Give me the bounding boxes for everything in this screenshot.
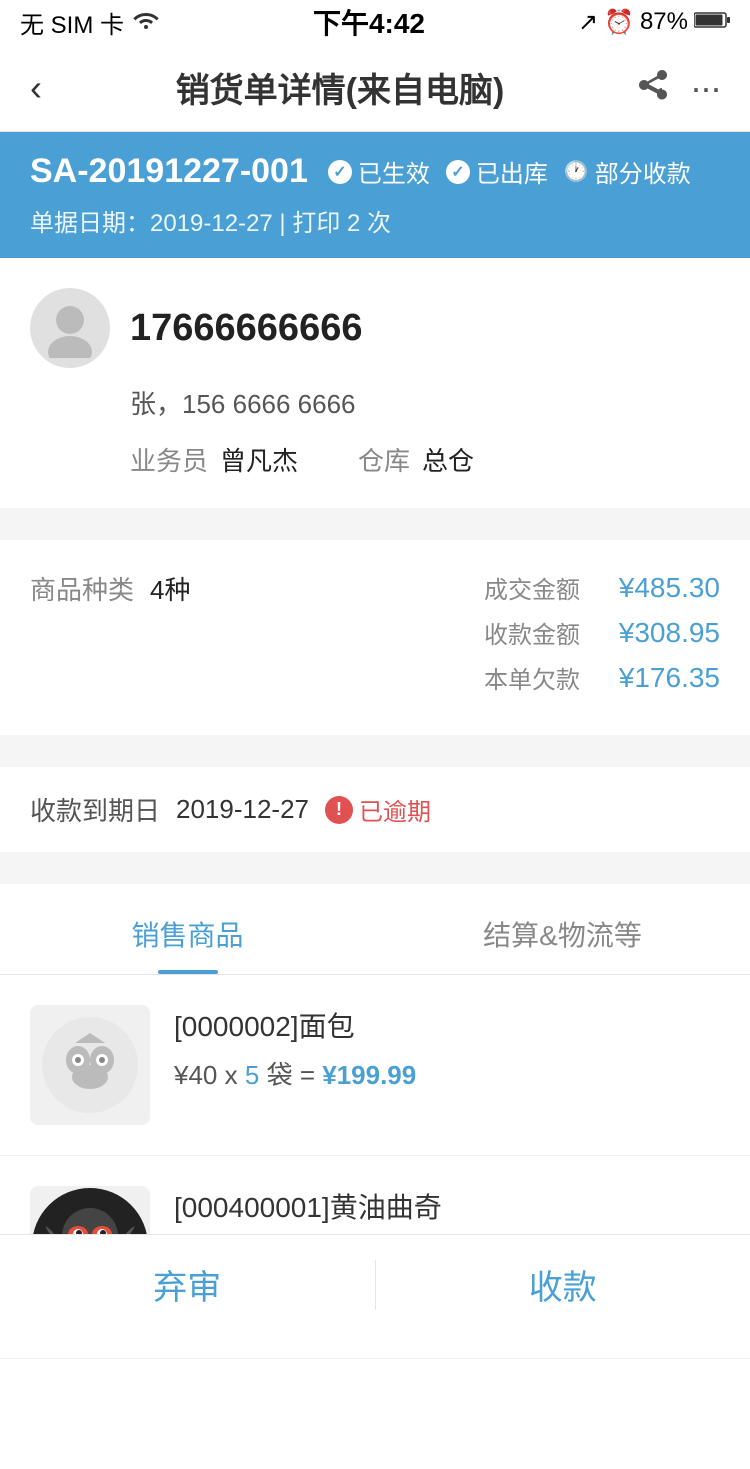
- check-icon-1: ✓: [328, 160, 352, 184]
- status-bar: 无 SIM 卡 下午4:42 ↗ ⏰ 87%: [0, 0, 750, 44]
- customer-section: 17666666666 张，156 6666 6666 业务员 曾凡杰 仓库 总…: [0, 258, 750, 508]
- deal-amount: ¥485.30: [600, 572, 720, 604]
- warehouse-label: 仓库: [358, 441, 410, 478]
- warehouse-value: 总仓: [422, 441, 474, 478]
- tab-products[interactable]: 销售商品: [0, 884, 375, 974]
- badge-group: ✓ 已生效 ✓ 已出库 🕐 部分收款: [328, 154, 691, 189]
- battery-icon: [694, 8, 730, 36]
- warehouse-item: 仓库 总仓: [358, 441, 474, 478]
- product-thumbnail-1: [30, 1005, 150, 1125]
- clock-icon: 🕐: [564, 159, 589, 184]
- deal-label: 成交金额: [484, 570, 580, 605]
- product-price-1: ¥40 x 5 袋 = ¥199.99: [174, 1055, 720, 1092]
- received-amount: ¥308.95: [600, 617, 720, 649]
- header-banner: SA-20191227-001 ✓ 已生效 ✓ 已出库 🕐 部分收款 单据日期：…: [0, 132, 750, 258]
- product-name-2: [000400001]黄油曲奇: [174, 1186, 720, 1226]
- tabs-section: 销售商品 结算&物流等: [0, 884, 750, 975]
- owe-row: 本单欠款 ¥176.35: [484, 660, 720, 695]
- overdue-date: 2019-12-27: [176, 794, 309, 825]
- overdue-text: 已逾期: [359, 792, 431, 827]
- deal-amount-row: 成交金额 ¥485.30: [484, 570, 720, 605]
- table-row: [0000002]面包 ¥40 x 5 袋 = ¥199.99: [0, 975, 750, 1156]
- badge-partial: 🕐 部分收款: [564, 154, 691, 189]
- alarm-icon: ⏰: [604, 8, 634, 37]
- divider-3: [0, 868, 750, 884]
- overdue-section: 收款到期日 2019-12-27 ! 已逾期: [0, 767, 750, 852]
- overdue-label: 收款到期日: [30, 791, 160, 828]
- salesperson-value: 曾凡杰: [220, 441, 298, 478]
- cancel-button[interactable]: 弃审: [0, 1240, 375, 1329]
- check-icon-2: ✓: [446, 160, 470, 184]
- badge-shipped: ✓ 已出库: [446, 154, 548, 189]
- customer-meta: 业务员 曾凡杰 仓库 总仓: [130, 441, 720, 478]
- received-row: 收款金额 ¥308.95: [484, 615, 720, 650]
- product-list: [0000002]面包 ¥40 x 5 袋 = ¥199.99: [0, 975, 750, 1469]
- status-left: 无 SIM 卡: [20, 5, 160, 40]
- overdue-dot-icon: !: [325, 796, 353, 824]
- salesperson-label: 业务员: [130, 441, 208, 478]
- more-icon[interactable]: ···: [690, 67, 720, 109]
- confirm-button[interactable]: 收款: [376, 1240, 750, 1329]
- location-icon: ↗: [578, 8, 598, 37]
- type-value: 4种: [150, 570, 190, 607]
- salesperson-item: 业务员 曾凡杰: [130, 441, 298, 478]
- overdue-badge: ! 已逾期: [325, 792, 431, 827]
- share-icon[interactable]: [638, 68, 670, 108]
- product-type-item: 商品种类 4种: [30, 570, 190, 607]
- divider-1: [0, 524, 750, 540]
- received-label: 收款金额: [484, 615, 580, 650]
- back-button[interactable]: ‹: [30, 67, 42, 109]
- tab-settlement[interactable]: 结算&物流等: [375, 884, 750, 974]
- header-sub-text: 单据日期：2019-12-27 | 打印 2 次: [30, 203, 720, 238]
- tabs-row: 销售商品 结算&物流等: [0, 884, 750, 974]
- product-qty-1: 5: [245, 1060, 259, 1090]
- battery-level: 87%: [640, 8, 688, 36]
- summary-left: 商品种类 4种: [30, 570, 190, 615]
- nav-actions: ···: [638, 67, 720, 109]
- divider-2: [0, 751, 750, 767]
- customer-name-phone: 张，156 6666 6666: [130, 384, 720, 421]
- sim-status: 无 SIM 卡: [20, 5, 124, 40]
- status-time: 下午4:42: [313, 2, 425, 42]
- status-right: ↗ ⏰ 87%: [578, 8, 730, 37]
- product-name-1: [0000002]面包: [174, 1005, 720, 1045]
- owe-label: 本单欠款: [484, 660, 580, 695]
- product-info-1: [0000002]面包 ¥40 x 5 袋 = ¥199.99: [174, 1005, 720, 1092]
- badge-effective: ✓ 已生效: [328, 154, 430, 189]
- summary-section: 商品种类 4种 成交金额 ¥485.30 收款金额 ¥308.95 本单欠款 ¥…: [0, 540, 750, 735]
- order-id: SA-20191227-001: [30, 152, 308, 191]
- owe-amount: ¥176.35: [600, 662, 720, 694]
- bottom-bar: 弃审 收款: [0, 1234, 750, 1334]
- summary-right: 成交金额 ¥485.30 收款金额 ¥308.95 本单欠款 ¥176.35: [484, 570, 720, 705]
- avatar: [30, 288, 110, 368]
- page-title: 销货单详情(来自电脑): [176, 63, 505, 112]
- type-label: 商品种类: [30, 570, 134, 607]
- nav-bar: ‹ 销货单详情(来自电脑) ···: [0, 44, 750, 132]
- customer-phone: 17666666666: [130, 307, 362, 350]
- wifi-icon: [132, 8, 160, 36]
- product-total-1: ¥199.99: [322, 1060, 416, 1090]
